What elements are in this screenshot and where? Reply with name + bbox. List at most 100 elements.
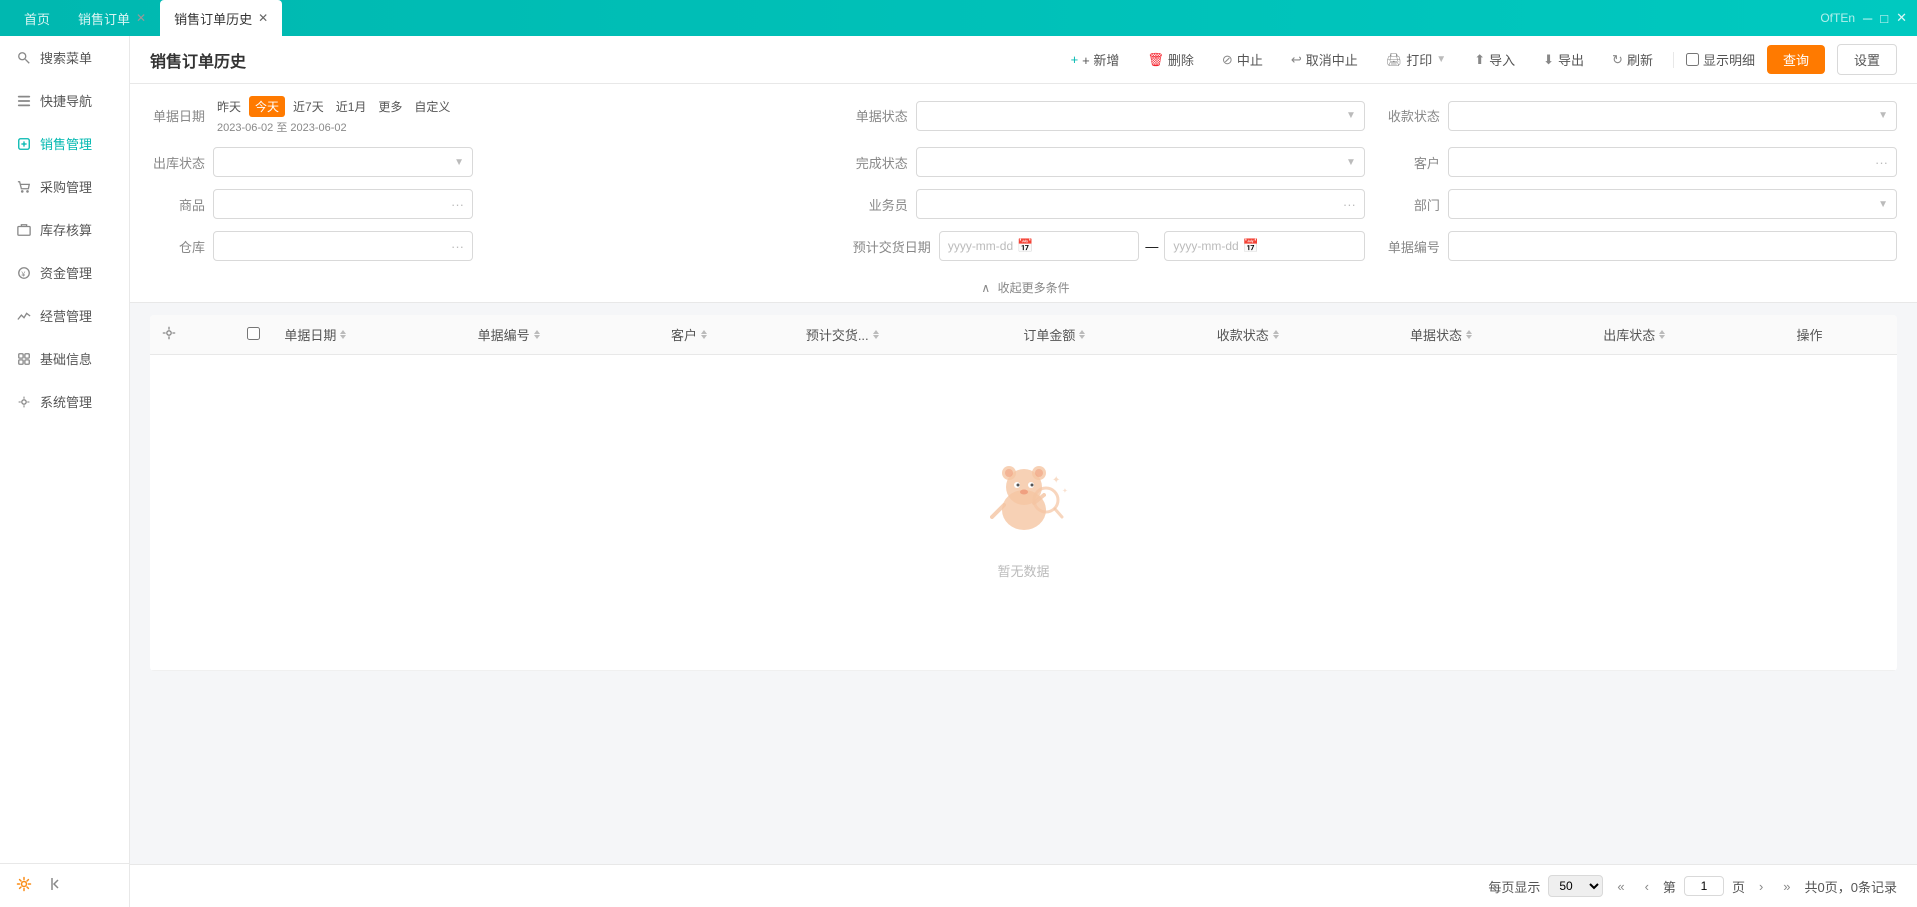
select-all-checkbox[interactable]	[247, 327, 260, 340]
delivery-date-end[interactable]: yyyy-mm-dd 📅	[1164, 231, 1365, 261]
th-checkbox[interactable]	[235, 315, 272, 355]
show-detail-checkbox[interactable]	[1686, 53, 1699, 66]
th-settings[interactable]	[150, 315, 235, 355]
settings-btn[interactable]: 设置	[1837, 44, 1897, 75]
main-layout: 搜索菜单 快捷导航 销售管理 采购管理 库存核算	[0, 36, 1917, 907]
complete-status-arrow: ▼	[1346, 157, 1356, 168]
th-bill-status[interactable]: 单据状态	[1398, 315, 1591, 355]
filter-row-2: 出库状态 ▼ 完成状态 ▼ 客户	[150, 147, 1897, 177]
salesperson-dots: ···	[1343, 197, 1356, 212]
inventory-icon	[16, 222, 32, 238]
th-out-status[interactable]: 出库状态	[1591, 315, 1784, 355]
search-icon	[16, 50, 32, 66]
sort-icon-bill-date	[340, 330, 346, 339]
new-btn[interactable]: + + 新增	[1063, 46, 1128, 73]
th-customer[interactable]: 客户	[659, 315, 794, 355]
salesperson-control[interactable]: ···	[916, 189, 1365, 219]
date-btn-more[interactable]: 更多	[374, 96, 406, 117]
empty-text: 暂无数据	[997, 561, 1049, 580]
sidebar-item-sales[interactable]: 销售管理	[0, 122, 129, 165]
brand-text: OfTEn	[1820, 11, 1855, 25]
date-btns: 昨天 今天 近7天 近1月 更多 自定义	[213, 96, 454, 117]
empty-state-cell: ✦ ✦ 暂无数据	[150, 355, 1897, 671]
sidebar-collapse-icon[interactable]	[48, 876, 64, 895]
cancel-stop-btn[interactable]: ↩ 取消中止	[1283, 46, 1366, 73]
sidebar-item-quick-nav[interactable]: 快捷导航	[0, 79, 129, 122]
sidebar-item-search-menu[interactable]: 搜索菜单	[0, 36, 129, 79]
goods-dots: ···	[451, 197, 464, 212]
date-btn-yesterday[interactable]: 昨天	[213, 96, 245, 117]
stop-btn[interactable]: ⊘ 中止	[1214, 46, 1271, 73]
th-receipt-status[interactable]: 收款状态	[1205, 315, 1398, 355]
page-number-input[interactable]	[1684, 876, 1724, 896]
filter-date: 单据日期 昨天 今天 近7天 近1月 更多 自定义 2023-06-02 至 2…	[150, 96, 833, 135]
page-title: 销售订单历史	[150, 48, 1063, 72]
empty-state-row: ✦ ✦ 暂无数据	[150, 355, 1897, 671]
query-btn[interactable]: 查询	[1767, 45, 1825, 74]
bill-no-control[interactable]	[1448, 231, 1897, 261]
th-bill-no[interactable]: 单据编号	[466, 315, 659, 355]
tab-sales-order-history[interactable]: 销售订单历史 ✕	[160, 0, 282, 36]
th-operation: 操作	[1785, 315, 1897, 355]
receipt-status-arrow: ▼	[1878, 110, 1888, 121]
th-order-amount[interactable]: 订单金额	[1011, 315, 1204, 355]
sidebar-item-system[interactable]: 系统管理	[0, 380, 129, 423]
out-status-control[interactable]: ▼	[213, 147, 473, 177]
receipt-status-control[interactable]: ▼	[1448, 101, 1897, 131]
customer-control[interactable]: ···	[1448, 147, 1897, 177]
refresh-btn[interactable]: ↻ 刷新	[1604, 46, 1661, 73]
delete-btn[interactable]: 🗑 删除	[1139, 46, 1202, 73]
table-body: ✦ ✦ 暂无数据	[150, 355, 1897, 671]
filter-row-3: 商品 ··· 业务员 ··· 部门	[150, 189, 1897, 219]
first-page-btn[interactable]: «	[1611, 877, 1630, 896]
sidebar-item-base-info[interactable]: 基础信息	[0, 337, 129, 380]
warehouse-control[interactable]: ···	[213, 231, 473, 261]
date-btn-1month[interactable]: 近1月	[332, 96, 371, 117]
last-page-btn[interactable]: »	[1777, 877, 1796, 896]
date-btn-custom[interactable]: 自定义	[410, 96, 454, 117]
complete-status-control[interactable]: ▼	[916, 147, 1365, 177]
date-range-text: 2023-06-02 至 2023-06-02	[213, 119, 462, 135]
date-btn-today[interactable]: 今天	[249, 96, 285, 117]
sidebar-item-finance[interactable]: ¥ 资金管理	[0, 251, 129, 294]
filter-salesperson: 业务员 ···	[853, 189, 1365, 219]
sidebar-item-operation[interactable]: 经营管理	[0, 294, 129, 337]
bill-status-arrow: ▼	[1346, 110, 1356, 121]
maximize-btn[interactable]: □	[1880, 11, 1888, 26]
dept-control[interactable]: ▼	[1448, 189, 1897, 219]
th-delivery-date[interactable]: 预计交货...	[794, 315, 1012, 355]
tab-close-sales-order[interactable]: ✕	[136, 11, 146, 25]
th-bill-date[interactable]: 单据日期	[272, 315, 465, 355]
filter-warehouse: 仓库 ···	[150, 231, 833, 261]
next-page-btn[interactable]: ›	[1753, 877, 1769, 896]
tab-home[interactable]: 首页	[10, 0, 64, 36]
prev-page-btn[interactable]: ‹	[1639, 877, 1655, 896]
sidebar-item-purchase[interactable]: 采购管理	[0, 165, 129, 208]
sidebar-bottom	[0, 863, 129, 907]
tab-close-history[interactable]: ✕	[258, 11, 268, 25]
show-detail-label[interactable]: 显示明细	[1686, 50, 1755, 69]
sidebar-item-inventory[interactable]: 库存核算	[0, 208, 129, 251]
minimize-btn[interactable]: ─	[1863, 11, 1872, 26]
customer-dots: ···	[1875, 155, 1888, 170]
content-area: 销售订单历史 + + 新增 🗑 删除 ⊘ 中止 ↩ 取消中止	[130, 36, 1917, 907]
close-btn[interactable]: ✕	[1896, 10, 1907, 26]
collapse-arrow-icon: ∧	[981, 281, 990, 295]
goods-control[interactable]: ···	[213, 189, 473, 219]
date-btn-7days[interactable]: 近7天	[289, 96, 328, 117]
export-btn[interactable]: ⬇ 导出	[1535, 46, 1592, 73]
print-btn[interactable]: 🖨 打印 ▼	[1378, 46, 1454, 73]
sidebar-settings-icon[interactable]	[16, 876, 32, 895]
collapse-bar[interactable]: ∧ 收起更多条件	[150, 273, 1897, 302]
filter-dept: 部门 ▼	[1385, 189, 1897, 219]
bill-status-control[interactable]: ▼	[916, 101, 1365, 131]
window-actions: OfTEn ─ □ ✕	[1820, 10, 1907, 26]
finance-icon: ¥	[16, 265, 32, 281]
page-size-select[interactable]: 50 20 100 200	[1548, 875, 1603, 897]
tab-sales-order[interactable]: 销售订单 ✕	[64, 0, 160, 36]
delivery-date-start[interactable]: yyyy-mm-dd 📅	[939, 231, 1140, 261]
empty-illustration: ✦ ✦	[974, 445, 1074, 545]
table-footer: 每页显示 50 20 100 200 « ‹ 第 页 › » 共0页，0条记录	[130, 864, 1917, 907]
import-btn[interactable]: ⬆ 导入	[1466, 46, 1523, 73]
delivery-date-start-calendar-icon: 📅	[1017, 238, 1033, 254]
